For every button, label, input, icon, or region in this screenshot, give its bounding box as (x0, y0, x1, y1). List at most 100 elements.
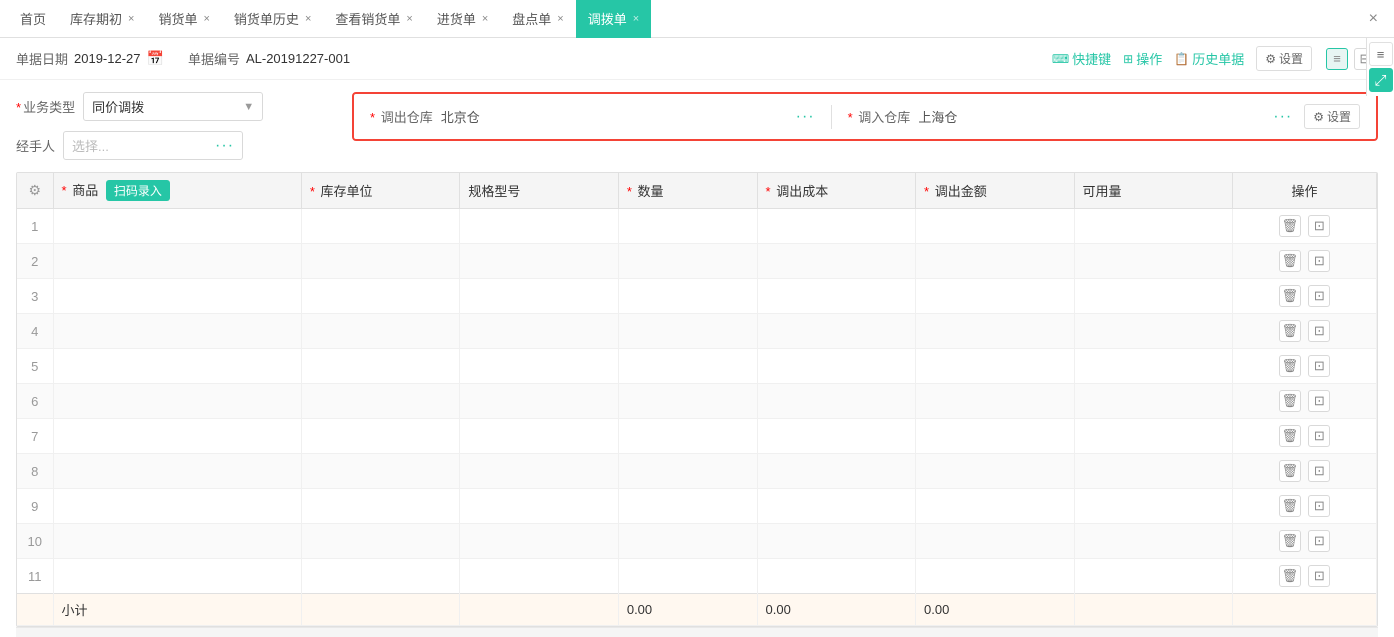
tab-purchase-close[interactable]: × (482, 13, 488, 25)
row-product-11[interactable] (53, 559, 301, 594)
row-product-2[interactable] (53, 244, 301, 279)
handler-select[interactable]: 选择... ··· (63, 131, 243, 160)
row-copy-2[interactable]: ⊡ (1308, 250, 1330, 272)
history-action[interactable]: 📋 历史单据 (1174, 49, 1244, 68)
row-copy-11[interactable]: ⊡ (1308, 565, 1330, 587)
form-left: *业务类型 同价调拨 ▼ 经手人 选择... ··· (16, 92, 336, 160)
tab-sales-order-label: 销货单 (158, 9, 197, 28)
calendar-icon[interactable]: 📅 (147, 50, 164, 67)
row-copy-3[interactable]: ⊡ (1308, 285, 1330, 307)
row-product-5[interactable] (53, 349, 301, 384)
row-copy-10[interactable]: ⊡ (1308, 530, 1330, 552)
gear-icon[interactable]: ⚙ (28, 182, 41, 198)
num-field: 单据编号 AL-20191227-001 (188, 49, 350, 68)
tab-inventory-init-close[interactable]: × (128, 13, 134, 25)
settings-button[interactable]: ⚙ 设置 (1256, 46, 1312, 71)
tab-inventory-init[interactable]: 库存期初 × (58, 0, 146, 38)
handler-more[interactable]: ··· (215, 137, 234, 155)
row-num-10: 10 (17, 524, 53, 559)
row-delete-9[interactable]: 🗑 (1279, 495, 1301, 517)
in-warehouse-more[interactable]: ··· (1273, 108, 1292, 126)
th-spec: 规格型号 (460, 173, 619, 209)
quick-key-action[interactable]: ⌨ 快捷键 (1052, 49, 1111, 68)
table-row: 9 🗑 ⊡ (17, 489, 1377, 524)
row-delete-2[interactable]: 🗑 (1279, 250, 1301, 272)
date-label: 单据日期 (16, 49, 68, 68)
row-spec-1 (460, 209, 619, 244)
row-delete-11[interactable]: 🗑 (1279, 565, 1301, 587)
tab-view-sales[interactable]: 查看销货单 × (323, 0, 424, 38)
tab-sales-history-close[interactable]: × (305, 13, 311, 25)
row-product-1[interactable] (53, 209, 301, 244)
tab-sales-order-close[interactable]: × (203, 13, 209, 25)
tab-bar: 首页 库存期初 × 销货单 × 销货单历史 × 查看销货单 × 进货单 × 盘点… (0, 0, 1394, 38)
tab-transfer[interactable]: 调拨单 × (576, 0, 651, 38)
handler-placeholder: 选择... (72, 136, 109, 155)
row-copy-4[interactable]: ⊡ (1308, 320, 1330, 342)
scan-input-button[interactable]: 扫码录入 (106, 180, 170, 201)
row-delete-6[interactable]: 🗑 (1279, 390, 1301, 412)
tab-transfer-close[interactable]: × (633, 13, 639, 25)
row-delete-4[interactable]: 🗑 (1279, 320, 1301, 342)
row-cost-1 (757, 209, 916, 244)
settings-label: 设置 (1279, 50, 1303, 67)
table-body: 1 🗑 ⊡ 2 (17, 209, 1377, 626)
row-product-10[interactable] (53, 524, 301, 559)
row-delete-8[interactable]: 🗑 (1279, 460, 1301, 482)
row-product-6[interactable] (53, 384, 301, 419)
row-copy-5[interactable]: ⊡ (1308, 355, 1330, 377)
row-copy-9[interactable]: ⊡ (1308, 495, 1330, 517)
table-header-row: ⚙ 商品 扫码录入 库存单位 规格型号 数量 调出成本 (17, 173, 1377, 209)
tab-inventory-check[interactable]: 盘点单 × (500, 0, 575, 38)
out-warehouse-value: 北京仓 (441, 107, 501, 126)
window-close-button[interactable]: × (1361, 10, 1386, 28)
th-qty: 数量 (618, 173, 757, 209)
row-product-8[interactable] (53, 454, 301, 489)
row-num-2: 2 (17, 244, 53, 279)
row-cost-2 (757, 244, 916, 279)
row-num-8: 8 (17, 454, 53, 489)
sidebar-list-btn[interactable]: ≡ (1369, 42, 1393, 66)
warehouse-settings-btn[interactable]: ⚙ 设置 (1304, 104, 1360, 129)
tab-purchase[interactable]: 进货单 × (425, 0, 500, 38)
row-product-9[interactable] (53, 489, 301, 524)
row-product-7[interactable] (53, 419, 301, 454)
sidebar-expand-btn[interactable]: ⤢ (1369, 68, 1393, 92)
th-cost: 调出成本 (757, 173, 916, 209)
horizontal-scrollbar[interactable] (16, 627, 1378, 637)
row-delete-7[interactable]: 🗑 (1279, 425, 1301, 447)
business-type-star: * (16, 100, 21, 115)
row-copy-1[interactable]: ⊡ (1308, 215, 1330, 237)
row-product-4[interactable] (53, 314, 301, 349)
history-icon: 📋 (1174, 52, 1189, 66)
row-delete-1[interactable]: 🗑 (1279, 215, 1301, 237)
out-warehouse-more[interactable]: ··· (796, 108, 815, 126)
tab-sales-order[interactable]: 销货单 × (146, 0, 221, 38)
subtotal-qty: 0.00 (618, 594, 757, 626)
tab-view-sales-close[interactable]: × (406, 13, 412, 25)
header-row: 单据日期 2019-12-27 📅 单据编号 AL-20191227-001 ⌨… (0, 38, 1394, 80)
row-copy-7[interactable]: ⊡ (1308, 425, 1330, 447)
row-delete-5[interactable]: 🗑 (1279, 355, 1301, 377)
row-copy-8[interactable]: ⊡ (1308, 460, 1330, 482)
business-type-select[interactable]: 同价调拨 ▼ (83, 92, 263, 121)
tab-sales-history[interactable]: 销货单历史 × (222, 0, 323, 38)
row-unit-2 (301, 244, 460, 279)
row-delete-3[interactable]: 🗑 (1279, 285, 1301, 307)
tab-inventory-check-close[interactable]: × (557, 13, 563, 25)
tab-home[interactable]: 首页 (8, 0, 58, 38)
row-delete-10[interactable]: 🗑 (1279, 530, 1301, 552)
row-op-1: 🗑 ⊡ (1233, 209, 1377, 244)
layout-btn-1[interactable]: ≡ (1326, 48, 1348, 70)
operation-action[interactable]: ⊞ 操作 (1123, 49, 1162, 68)
table-row: 8 🗑 ⊡ (17, 454, 1377, 489)
warehouse-settings: ⚙ 设置 (1304, 104, 1360, 129)
row-copy-6[interactable]: ⊡ (1308, 390, 1330, 412)
quick-key-label: 快捷键 (1072, 49, 1111, 68)
business-type-value: 同价调拨 (92, 97, 144, 116)
row-product-3[interactable] (53, 279, 301, 314)
tab-transfer-label: 调拨单 (588, 9, 627, 28)
row-amount-2 (916, 244, 1075, 279)
row-num-6: 6 (17, 384, 53, 419)
row-unit-1 (301, 209, 460, 244)
